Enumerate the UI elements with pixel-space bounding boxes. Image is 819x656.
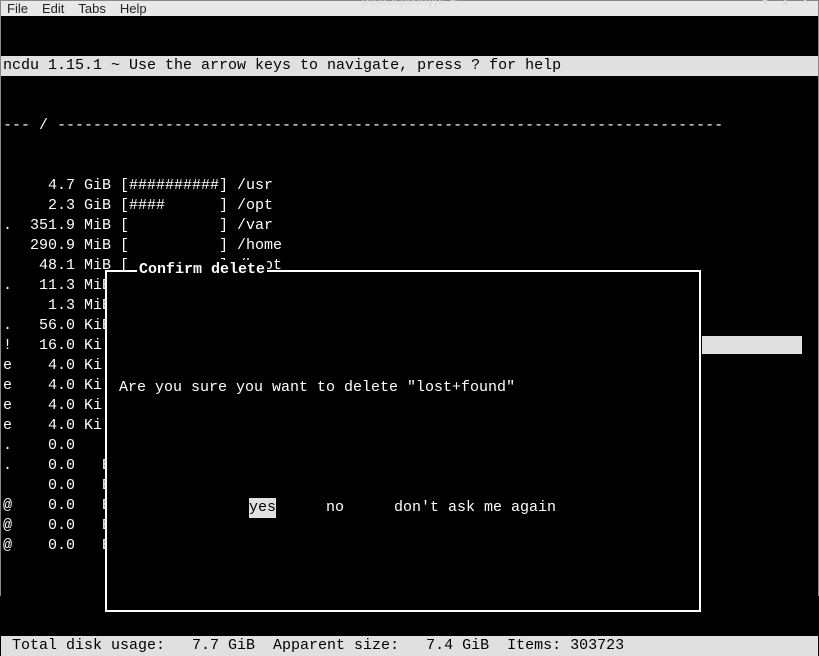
window-controls: ▾ ▴ ✕ xyxy=(758,0,812,9)
close-icon[interactable]: ✕ xyxy=(798,0,812,9)
dialog-no-button[interactable]: no xyxy=(326,498,344,518)
dialog-buttons: yes no don't ask me again xyxy=(119,498,687,518)
confirm-delete-dialog: Confirm delete Are you sure you want to … xyxy=(105,270,701,612)
ncdu-path: --- / ----------------------------------… xyxy=(1,116,818,136)
terminal-area[interactable]: ncdu 1.15.1 ~ Use the arrow keys to navi… xyxy=(1,16,818,656)
dialog-dont-ask-button[interactable]: don't ask me again xyxy=(394,498,556,518)
list-item[interactable]: . 351.9 MiB [ ] /var xyxy=(1,216,818,236)
dialog-yes-button[interactable]: yes xyxy=(249,498,276,518)
list-item[interactable]: 2.3 GiB [#### ] /opt xyxy=(1,196,818,216)
minimize-icon[interactable]: ▾ xyxy=(758,0,772,9)
menu-help[interactable]: Help xyxy=(120,1,147,16)
ncdu-header: ncdu 1.15.1 ~ Use the arrow keys to navi… xyxy=(1,56,818,76)
list-item[interactable]: 290.9 MiB [ ] /home xyxy=(1,236,818,256)
ncdu-status: Total disk usage: 7.7 GiB Apparent size:… xyxy=(1,636,818,656)
list-item[interactable]: 4.7 GiB [##########] /usr xyxy=(1,176,818,196)
menu-file[interactable]: File xyxy=(7,1,28,16)
menu-tabs[interactable]: Tabs xyxy=(78,1,105,16)
window-title: pi@raspberrypi: ~ xyxy=(362,0,457,8)
selection-highlight xyxy=(702,336,802,354)
terminal-window: pi@raspberrypi: ~ ▾ ▴ ✕ File Edit Tabs H… xyxy=(0,0,819,596)
maximize-icon[interactable]: ▴ xyxy=(778,0,792,9)
menu-edit[interactable]: Edit xyxy=(42,1,64,16)
dialog-message: Are you sure you want to delete "lost+fo… xyxy=(119,378,687,398)
dialog-title: Confirm delete xyxy=(137,260,267,280)
